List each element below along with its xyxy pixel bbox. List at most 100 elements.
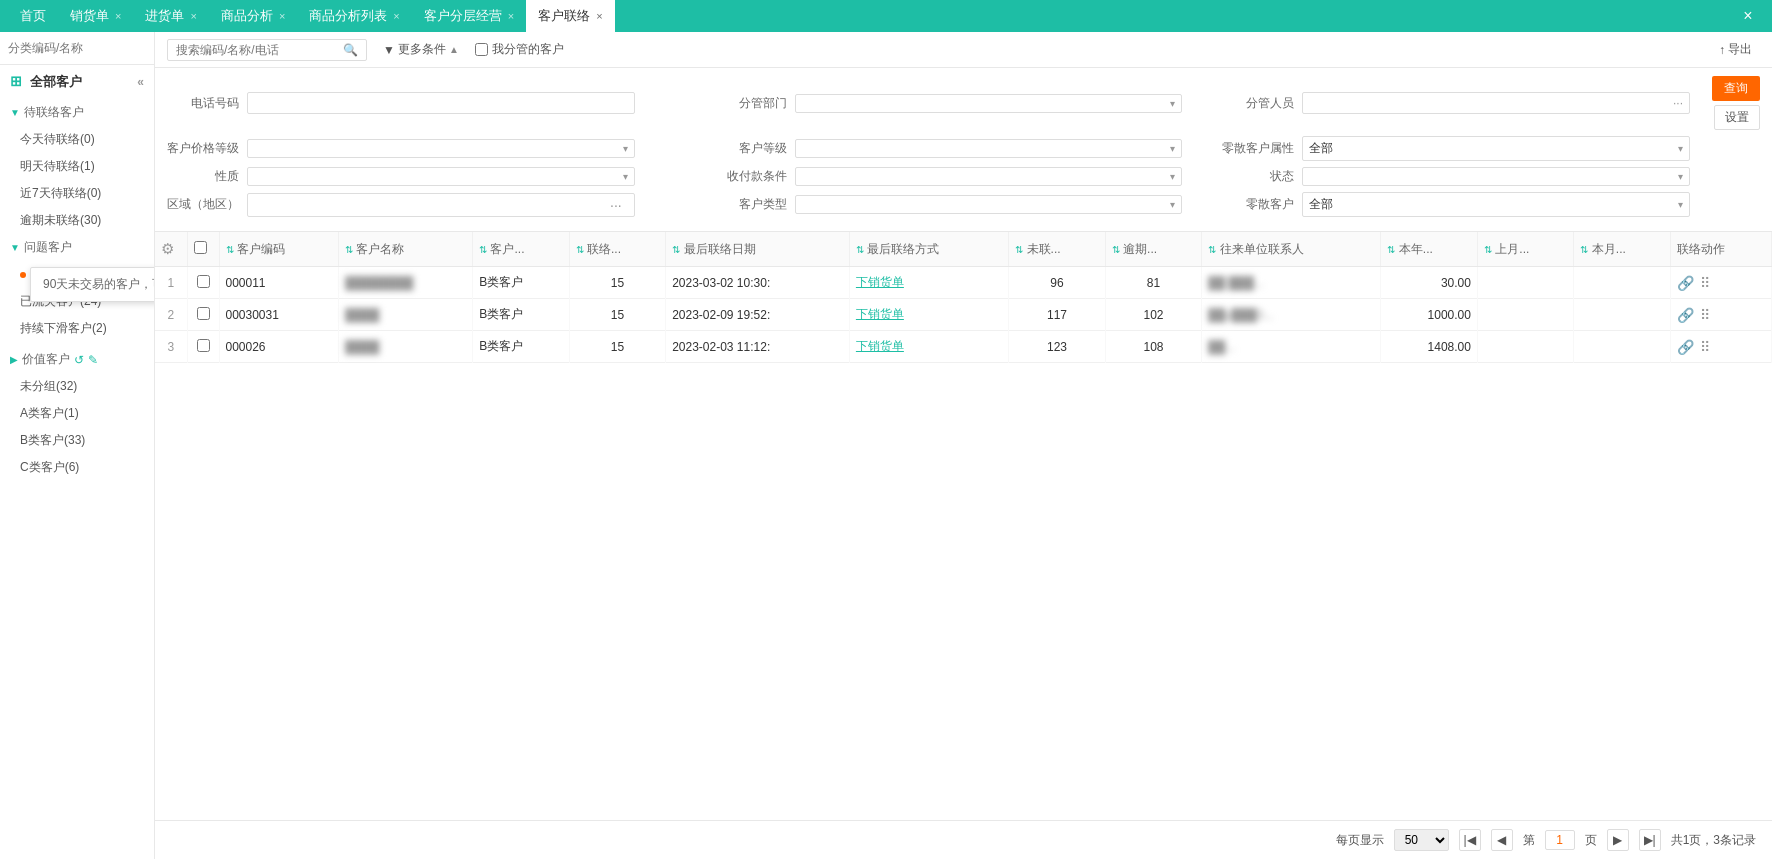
last-page-btn[interactable]: ▶|	[1639, 829, 1661, 851]
col-unlink[interactable]: ⇅ 未联...	[1009, 232, 1106, 267]
window-close-button[interactable]: ×	[1732, 0, 1764, 32]
row-2-checkbox[interactable]	[197, 307, 210, 320]
export-btn[interactable]: ↑ 导出	[1711, 38, 1760, 61]
customer-type-select[interactable]: ▾	[795, 195, 1183, 214]
sidebar-group-pending[interactable]: ▼ 待联络客户	[0, 99, 154, 126]
sidebar-item-overdue[interactable]: 逾期未联络(30)	[0, 207, 154, 234]
row-1-checkbox[interactable]	[197, 275, 210, 288]
col-code[interactable]: ⇅ 客户编码	[219, 232, 339, 267]
customer-level-select[interactable]: ▾	[795, 139, 1183, 158]
next-page-btn[interactable]: ▶	[1607, 829, 1629, 851]
sidebar-item-declining[interactable]: 持续下滑客户(2)	[0, 315, 154, 342]
sidebar-item-ungroup[interactable]: 未分组(32)	[0, 373, 154, 400]
my-customers-checkbox[interactable]	[475, 43, 488, 56]
page-num-input[interactable]	[1545, 830, 1575, 850]
col-last-month[interactable]: ⇅ 上月...	[1477, 232, 1574, 267]
sidebar-item-aclass[interactable]: A类客户(1)	[0, 400, 154, 427]
sidebar-item-7days[interactable]: 近7天待联络(0)	[0, 180, 154, 207]
region-select[interactable]: ···	[247, 193, 635, 217]
close-analysis-list-tab[interactable]: ×	[393, 10, 399, 22]
close-segment-tab[interactable]: ×	[508, 10, 514, 22]
nav-purchase[interactable]: 进货单 ×	[133, 0, 208, 32]
phone-input[interactable]	[247, 92, 635, 114]
retail-customer-select[interactable]: 全部 ▾	[1302, 192, 1690, 217]
manager-select[interactable]: ···	[1302, 92, 1690, 114]
select-all-checkbox[interactable]	[194, 241, 207, 254]
price-level-select[interactable]: ▾	[247, 139, 635, 158]
page-size-select[interactable]: 50 20 100	[1394, 829, 1449, 851]
dept-select[interactable]: ▾	[795, 94, 1183, 113]
col-customer-type[interactable]: ⇅ 客户...	[473, 232, 570, 267]
settings-col-header[interactable]: ⚙	[155, 232, 187, 267]
cust-type-chevron-icon: ▾	[1170, 199, 1175, 210]
row-3-more-icon[interactable]: ⠿	[1700, 339, 1710, 355]
close-analysis-tab[interactable]: ×	[279, 10, 285, 22]
col-name[interactable]: ⇅ 客户名称	[339, 232, 473, 267]
row-2-contact-person-text: ██y███3...	[1208, 308, 1273, 322]
nav-analysis-list[interactable]: 商品分析列表 ×	[297, 0, 411, 32]
sidebar-item-today[interactable]: 今天待联络(0)	[0, 126, 154, 153]
sidebar-all-customers[interactable]: ⊞ 全部客户 «	[0, 65, 154, 99]
row-3-checkbox[interactable]	[197, 339, 210, 352]
checkbox-col-header[interactable]	[187, 232, 219, 267]
nav-customer-segment[interactable]: 客户分层经营 ×	[412, 0, 526, 32]
retail-attr-select[interactable]: 全部 ▾	[1302, 136, 1690, 161]
search-input[interactable]	[176, 43, 343, 57]
nav-sales[interactable]: 销货单 ×	[58, 0, 133, 32]
search-icon[interactable]: 🔍	[343, 43, 358, 57]
close-sales-tab[interactable]: ×	[115, 10, 121, 22]
sidebar-item-tomorrow[interactable]: 明天待联络(1)	[0, 153, 154, 180]
manager-dots[interactable]: ···	[1673, 96, 1683, 110]
sidebar-group-problem[interactable]: ▼ 问题客户	[0, 234, 154, 261]
row-1-name[interactable]: ████████	[339, 267, 473, 299]
sidebar-search-input[interactable]	[8, 41, 155, 55]
col-last-method[interactable]: ⇅ 最后联络方式	[849, 232, 1008, 267]
arrow-down-icon: ▼	[10, 107, 20, 118]
column-settings-icon[interactable]: ⚙	[161, 240, 174, 257]
prev-page-btn[interactable]: ◀	[1491, 829, 1513, 851]
sidebar-item-bclass[interactable]: B类客户(33)	[0, 427, 154, 454]
first-page-btn[interactable]: |◀	[1459, 829, 1481, 851]
row-1-link-icon[interactable]: 🔗	[1677, 275, 1694, 291]
row-2-last-method[interactable]: 下销货单	[849, 299, 1008, 331]
row-3-last-method[interactable]: 下销货单	[849, 331, 1008, 363]
row-checkbox-3[interactable]	[187, 331, 219, 363]
more-conditions-btn[interactable]: ▼ 更多条件 ▲	[377, 38, 465, 61]
row-3-action-icons: 🔗 ⠿	[1677, 339, 1765, 355]
close-purchase-tab[interactable]: ×	[190, 10, 196, 22]
status-select[interactable]: ▾	[1302, 167, 1690, 186]
gender-select[interactable]: ▾	[247, 167, 635, 186]
region-dots-icon[interactable]: ···	[604, 197, 628, 213]
row-3-link-icon[interactable]: 🔗	[1677, 339, 1694, 355]
settings-button[interactable]: 设置	[1714, 105, 1760, 130]
refresh-icon[interactable]: ↺	[74, 353, 84, 367]
row-2-more-icon[interactable]: ⠿	[1700, 307, 1710, 323]
close-contact-tab[interactable]: ×	[596, 10, 602, 22]
price-level-label: 客户价格等级	[167, 140, 247, 157]
sidebar-group-value[interactable]: ▶ 价值客户 ↺ ✎	[0, 346, 154, 373]
col-year[interactable]: ⇅ 本年...	[1381, 232, 1478, 267]
col-last-date[interactable]: ⇅ 最后联络日期	[666, 232, 850, 267]
top-nav: 首页 销货单 × 进货单 × 商品分析 × 商品分析列表 × 客户分层经营 × …	[0, 0, 1772, 32]
row-checkbox-2[interactable]	[187, 299, 219, 331]
payment-select[interactable]: ▾	[795, 167, 1183, 186]
row-1-last-method[interactable]: 下销货单	[849, 267, 1008, 299]
row-checkbox-1[interactable]	[187, 267, 219, 299]
row-2-link-icon[interactable]: 🔗	[1677, 307, 1694, 323]
my-customers-checkbox-label[interactable]: 我分管的客户	[475, 41, 564, 58]
col-this-month[interactable]: ⇅ 本月...	[1574, 232, 1671, 267]
nav-analysis[interactable]: 商品分析 ×	[209, 0, 297, 32]
row-1-more-icon[interactable]: ⠿	[1700, 275, 1710, 291]
sidebar-item-cclass[interactable]: C类客户(6)	[0, 454, 154, 481]
nav-home[interactable]: 首页	[8, 0, 58, 32]
sidebar-search-area: 🔍	[0, 32, 154, 65]
edit-icon[interactable]: ✎	[88, 353, 98, 367]
col-contact-person[interactable]: ⇅ 往来单位联系人	[1202, 232, 1381, 267]
col-overdue[interactable]: ⇅ 逾期...	[1105, 232, 1202, 267]
sidebar-collapse-icon[interactable]: «	[137, 75, 144, 89]
nav-customer-contact[interactable]: 客户联络 ×	[526, 0, 614, 32]
row-2-name[interactable]: ████	[339, 299, 473, 331]
col-contact[interactable]: ⇅ 联络...	[569, 232, 666, 267]
query-button[interactable]: 查询	[1712, 76, 1760, 101]
row-3-name[interactable]: ████	[339, 331, 473, 363]
